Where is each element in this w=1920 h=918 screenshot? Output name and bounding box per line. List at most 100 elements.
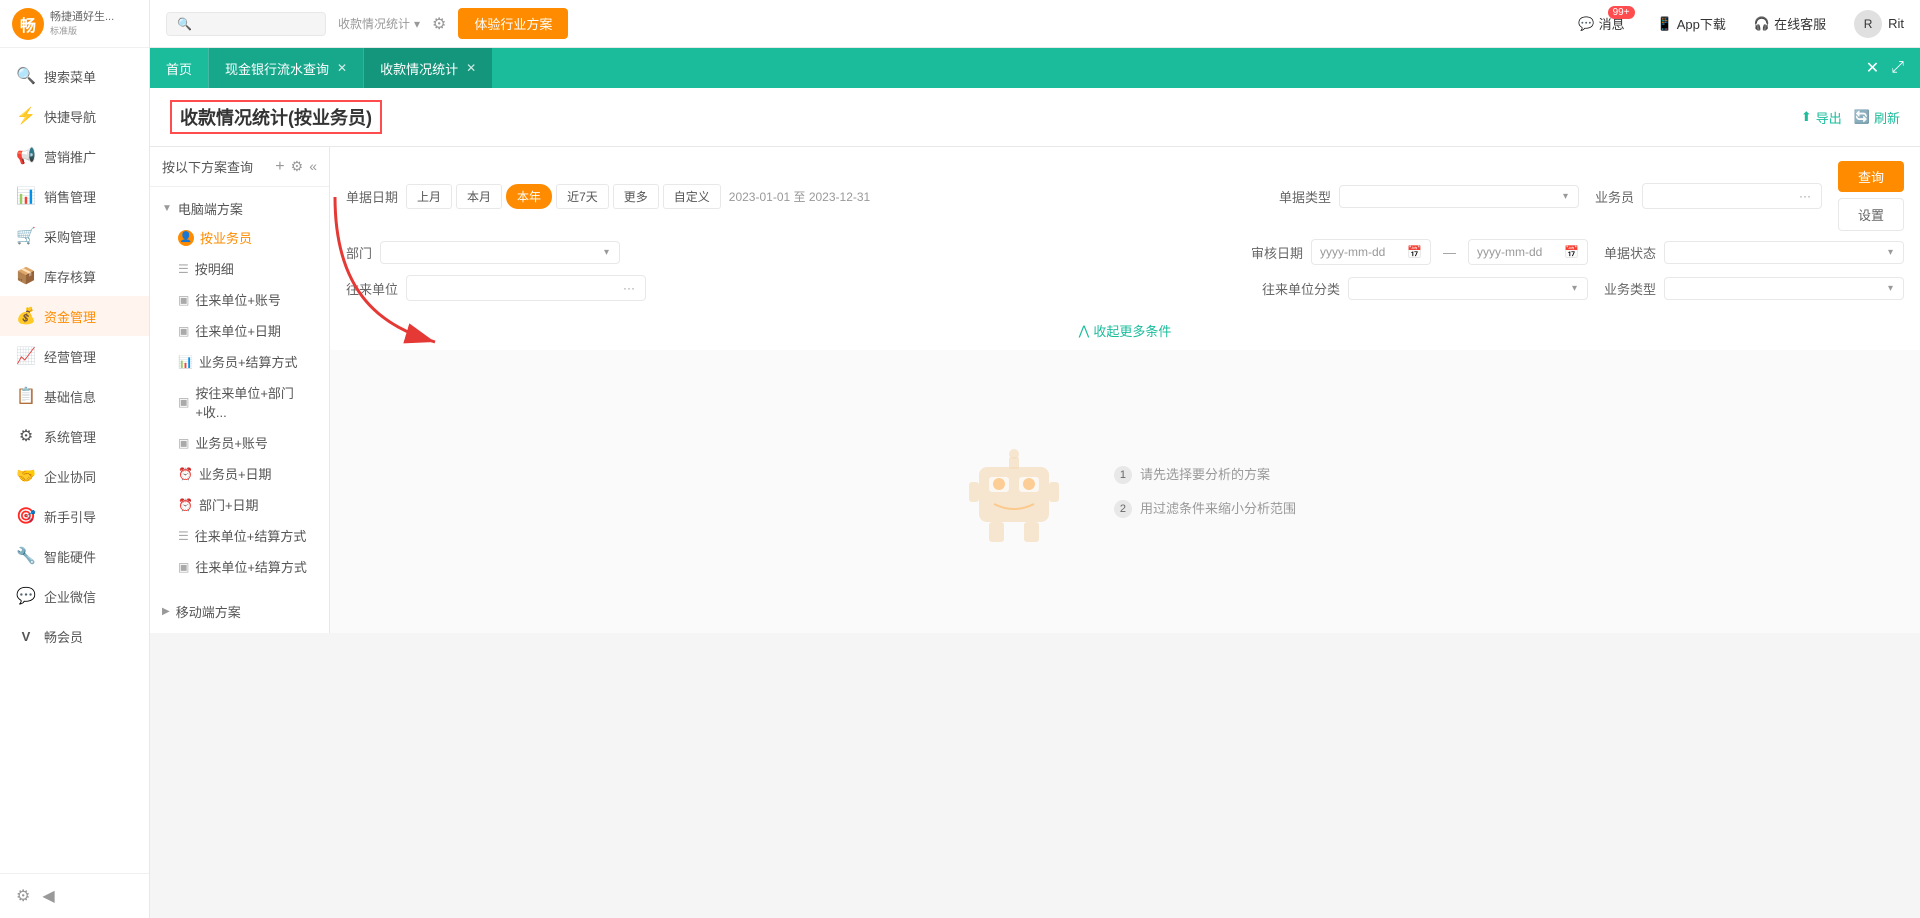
sidebar-label-quick-nav: 快捷导航: [44, 107, 96, 126]
sidebar-item-enterprise[interactable]: 🤝 企业协同: [0, 456, 149, 496]
topbar-search-box[interactable]: 🔍: [166, 12, 326, 36]
date-btn-more[interactable]: 更多: [613, 184, 659, 209]
business-type-select[interactable]: ▾: [1664, 277, 1904, 300]
notification-badge: 99+: [1608, 6, 1635, 19]
hardware-icon: 🔧: [16, 546, 36, 566]
scheme-item-label-salesperson: 按业务员: [200, 228, 252, 247]
scheme-mobile-title[interactable]: ▶ 移动端方案: [150, 598, 329, 625]
scheme-settings-icon[interactable]: ⚙: [291, 158, 304, 176]
notification-icon: 💬: [1578, 16, 1594, 32]
sidebar-item-finance[interactable]: 💰 资金管理: [0, 296, 149, 336]
scheme-item-dept-date[interactable]: ⏰ 部门+日期: [150, 489, 329, 520]
sidebar-item-system[interactable]: ⚙ 系统管理: [0, 416, 149, 456]
settings-button[interactable]: 设置: [1838, 198, 1904, 231]
sidebar-label-marketing: 营销推广: [44, 147, 96, 166]
collapse-bar[interactable]: ⋀ 收起更多条件: [330, 311, 1920, 350]
scheme-item-partner-account[interactable]: ▣ 往来单位+账号: [150, 284, 329, 315]
scheme-item-label-ps1: 往来单位+结算方式: [195, 526, 307, 545]
voucher-status-select[interactable]: ▾: [1664, 241, 1904, 264]
export-button[interactable]: ⬆ 导出: [1801, 108, 1842, 127]
review-date-label: 审核日期: [1251, 243, 1303, 262]
sidebar-label-basic-info: 基础信息: [44, 387, 96, 406]
page-header-actions: ⬆ 导出 🔄 刷新: [1801, 108, 1900, 127]
breadcrumb-area[interactable]: 收款情况统计 ▾: [338, 15, 420, 32]
tab-bank-flow[interactable]: 现金银行流水查询 ✕: [208, 48, 363, 88]
date-buttons: 上月 本月 本年 近7天 更多 自定义: [406, 184, 721, 209]
review-date-from[interactable]: yyyy-mm-dd 📅: [1311, 239, 1431, 265]
scheme-desktop-title[interactable]: ▼ 电脑端方案: [150, 195, 329, 222]
sidebar-item-operations[interactable]: 📈 经营管理: [0, 336, 149, 376]
sidebar-label-purchase: 采购管理: [44, 227, 96, 246]
scheme-item-partner-settlement1[interactable]: ☰ 往来单位+结算方式: [150, 520, 329, 551]
scheme-item-by-salesperson[interactable]: 👤 按业务员: [150, 222, 329, 253]
settings-bottom-icon[interactable]: ⚙: [16, 886, 30, 906]
tab-collection-stats[interactable]: 收款情况统计 ✕: [363, 48, 492, 88]
partner-category-select[interactable]: ▾: [1348, 277, 1588, 300]
dept-select[interactable]: ▾: [380, 241, 620, 264]
scheme-add-icon[interactable]: +: [275, 158, 284, 176]
sidebar-item-inventory[interactable]: 📦 库存核算: [0, 256, 149, 296]
sidebar-item-search-menu[interactable]: 🔍 搜索菜单: [0, 56, 149, 96]
page-title: 收款情况统计(按业务员): [170, 100, 382, 134]
partner-dots[interactable]: ···: [623, 281, 635, 295]
scheme-item-partner-date[interactable]: ▣ 往来单位+日期: [150, 315, 329, 346]
topbar-settings-icon[interactable]: ⚙: [432, 14, 446, 34]
sidebar-item-sales[interactable]: 📊 销售管理: [0, 176, 149, 216]
scheme-item-by-detail[interactable]: ☰ 按明细: [150, 253, 329, 284]
tab-bank-flow-close[interactable]: ✕: [337, 61, 347, 75]
scheme-collapse-icon[interactable]: «: [309, 158, 317, 176]
sidebar-item-quick-nav[interactable]: ⚡ 快捷导航: [0, 96, 149, 136]
tab-maximize-icon[interactable]: ⤢: [1891, 59, 1904, 77]
date-btn-this-month[interactable]: 本月: [456, 184, 502, 209]
partner-select[interactable]: ···: [406, 275, 646, 301]
step-1-num: 1: [1114, 466, 1132, 484]
sidebar-item-hardware[interactable]: 🔧 智能硬件: [0, 536, 149, 576]
app-download-area[interactable]: 📱 App下载: [1657, 14, 1726, 33]
query-button[interactable]: 查询: [1838, 161, 1904, 192]
scheme-item-salesperson-account[interactable]: ▣ 业务员+账号: [150, 427, 329, 458]
empty-icon: [954, 432, 1074, 552]
sidebar-item-basic-info[interactable]: 📋 基础信息: [0, 376, 149, 416]
scheme-item-label-sales-settle: 业务员+结算方式: [199, 352, 298, 371]
collapse-label: 收起更多条件: [1093, 321, 1171, 340]
review-date-from-value: yyyy-mm-dd: [1320, 245, 1385, 259]
voucher-status-label: 单据状态: [1604, 243, 1656, 262]
sidebar-label-sales: 销售管理: [44, 187, 96, 206]
sidebar-item-member[interactable]: V 畅会员: [0, 616, 149, 656]
search-icon: 🔍: [177, 17, 192, 31]
salesperson-dots[interactable]: ···: [1799, 189, 1811, 203]
review-date-to[interactable]: yyyy-mm-dd 📅: [1468, 239, 1588, 265]
date-btn-7days[interactable]: 近7天: [556, 184, 609, 209]
collapse-sidebar-icon[interactable]: ◀: [42, 886, 54, 906]
sidebar-label-enterprise: 企业协同: [44, 467, 96, 486]
sidebar-item-marketing[interactable]: 📢 营销推广: [0, 136, 149, 176]
refresh-button[interactable]: 🔄 刷新: [1854, 108, 1900, 127]
tab-collection-stats-close[interactable]: ✕: [466, 61, 476, 75]
business-type-label: 业务类型: [1604, 279, 1656, 298]
sidebar-item-guide[interactable]: 🎯 新手引导: [0, 496, 149, 536]
scheme-item-partner-settlement2[interactable]: ▣ 往来单位+结算方式: [150, 551, 329, 582]
salesperson-select[interactable]: ···: [1642, 183, 1822, 209]
notification-area[interactable]: 💬 消息 99+: [1578, 14, 1624, 33]
tab-home[interactable]: 首页: [150, 48, 208, 88]
trial-button[interactable]: 体验行业方案: [458, 8, 568, 39]
voucher-type-select[interactable]: ▾: [1339, 185, 1579, 208]
scheme-item-icon-ps1: ☰: [178, 529, 189, 543]
user-area[interactable]: R Rit: [1854, 10, 1904, 38]
sidebar-item-wechat[interactable]: 💬 企业微信: [0, 576, 149, 616]
date-btn-last-month[interactable]: 上月: [406, 184, 452, 209]
date-btn-this-year[interactable]: 本年: [506, 184, 552, 209]
scheme-item-partner-dept[interactable]: ▣ 按往来单位+部门+收...: [150, 377, 329, 427]
scheme-desktop-label: 电脑端方案: [178, 199, 243, 218]
date-btn-custom[interactable]: 自定义: [663, 184, 721, 209]
scheme-mobile-section: ▶ 移动端方案: [150, 590, 329, 633]
basic-info-icon: 📋: [16, 386, 36, 406]
scheme-item-salesperson-date[interactable]: ⏰ 业务员+日期: [150, 458, 329, 489]
date-range-display: 2023-01-01 至 2023-12-31: [729, 188, 870, 205]
sidebar-label-inventory: 库存核算: [44, 267, 96, 286]
tab-bank-flow-label: 现金银行流水查询: [225, 59, 329, 78]
scheme-item-salesperson-settlement[interactable]: 📊 业务员+结算方式: [150, 346, 329, 377]
customer-service-area[interactable]: 🎧 在线客服: [1754, 14, 1826, 33]
tab-close-window-icon[interactable]: ✕: [1866, 58, 1879, 78]
sidebar-item-purchase[interactable]: 🛒 采购管理: [0, 216, 149, 256]
